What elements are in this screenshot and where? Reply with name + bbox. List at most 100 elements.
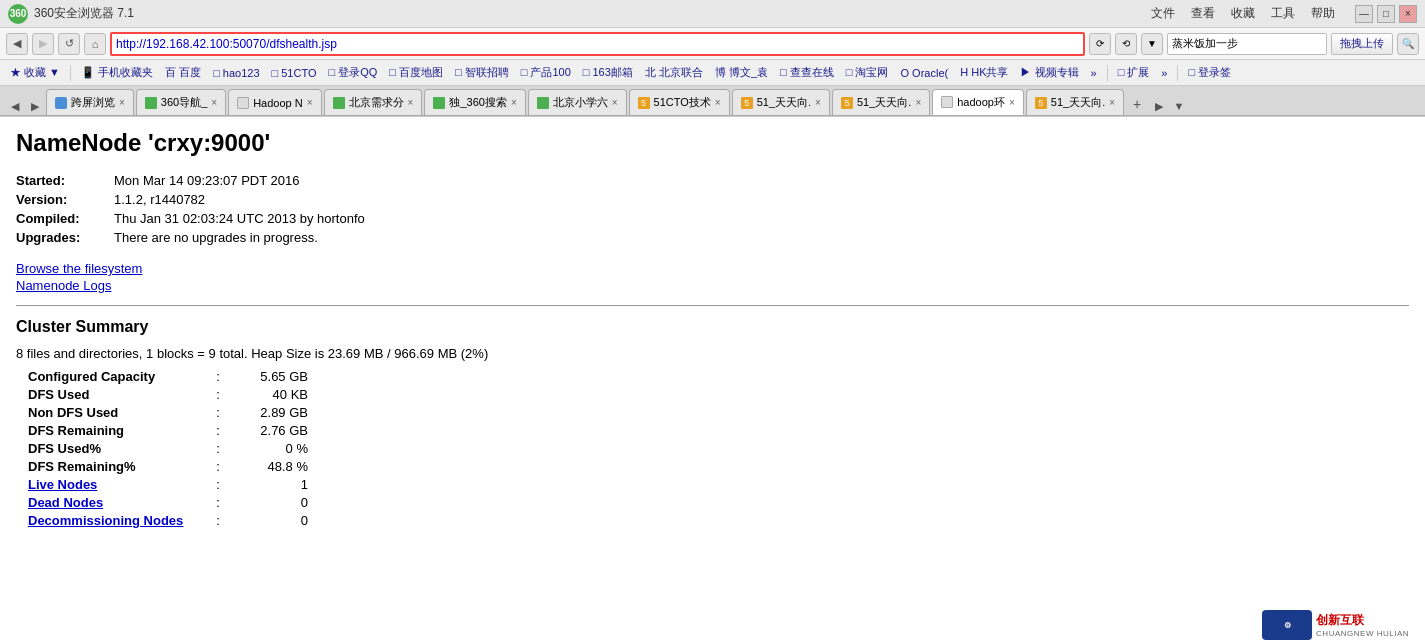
- bookmark-51cto[interactable]: □ 51CTO: [268, 65, 321, 81]
- decommissioning-nodes-value: 0: [228, 513, 308, 528]
- menu-favorites[interactable]: 收藏: [1231, 5, 1255, 22]
- bookmark-qq[interactable]: □ 登录QQ: [325, 63, 382, 82]
- bookmark-more2[interactable]: »: [1157, 65, 1171, 81]
- dead-nodes-link[interactable]: Dead Nodes: [28, 495, 103, 510]
- tab-51-tianting1[interactable]: 5 51_天天向. ×: [732, 89, 830, 115]
- title-bar: 360 360安全浏览器 7.1 文件 查看 收藏 工具 帮助 — □ ×: [0, 0, 1425, 28]
- tab-close-51-tianting3[interactable]: ×: [1109, 97, 1115, 108]
- version-value: 1.1.2, r1440782: [114, 192, 205, 207]
- tab-51cto-tech[interactable]: 5 51CTO技术 ×: [629, 89, 730, 115]
- menu-file[interactable]: 文件: [1151, 5, 1175, 22]
- cluster-table: Configured Capacity : 5.65 GB DFS Used :…: [28, 369, 1409, 528]
- bookmark-zhilian[interactable]: □ 智联招聘: [451, 63, 513, 82]
- address-bar[interactable]: http://192.168.42.100:50070/dfshealth.js…: [110, 32, 1085, 56]
- tab-close-51cto-tech[interactable]: ×: [715, 97, 721, 108]
- tab-close-51-tianting1[interactable]: ×: [815, 97, 821, 108]
- minimize-button[interactable]: —: [1355, 5, 1373, 23]
- search-input[interactable]: [1167, 33, 1327, 55]
- tab-left-nav[interactable]: ◀: [6, 97, 24, 115]
- refresh-icon-button[interactable]: ⟳: [1089, 33, 1111, 55]
- home-button[interactable]: ⌂: [84, 33, 106, 55]
- started-label: Started:: [16, 173, 106, 188]
- address-text: http://192.168.42.100:50070/dfshealth.js…: [116, 37, 1079, 51]
- sep-9: :: [208, 513, 228, 528]
- bookmarks-bar: ★ 收藏 ▼ 📱 手机收藏夹 百 百度 □ hao123 □ 51CTO □ 登…: [0, 60, 1425, 86]
- tab-360nav[interactable]: 360导航_ ×: [136, 89, 226, 115]
- tab-close-hadoop-env[interactable]: ×: [1009, 97, 1015, 108]
- version-label: Version:: [16, 192, 106, 207]
- menu-help[interactable]: 帮助: [1311, 5, 1335, 22]
- bookmark-chaxun[interactable]: □ 查查在线: [776, 63, 838, 82]
- tab-label-360search: 独_360搜索: [449, 95, 506, 110]
- bookmark-oracle[interactable]: O Oracle(: [897, 65, 953, 81]
- dfs-remaining-value: 2.76 GB: [228, 423, 308, 438]
- tab-close-360search[interactable]: ×: [511, 97, 517, 108]
- dfs-used-pct-value: 0 %: [228, 441, 308, 456]
- tab-close-beijing-req[interactable]: ×: [408, 97, 414, 108]
- decommissioning-nodes-link[interactable]: Decommissioning Nodes: [28, 513, 183, 528]
- menu-tools[interactable]: 工具: [1271, 5, 1295, 22]
- title-bar-right: 文件 查看 收藏 工具 帮助 — □ ×: [1151, 5, 1417, 23]
- search-icon-button[interactable]: 🔍: [1397, 33, 1419, 55]
- bookmark-bowen[interactable]: 博 博文_袁: [711, 63, 772, 82]
- dead-nodes-label: Dead Nodes: [28, 495, 208, 510]
- address-host: http://192.168.42.100: [116, 37, 229, 51]
- tab-360search[interactable]: 独_360搜索 ×: [424, 89, 525, 115]
- tab-favicon-51-tianting1: 5: [741, 97, 753, 109]
- maximize-button[interactable]: □: [1377, 5, 1395, 23]
- dropdown-button[interactable]: ▼: [1141, 33, 1163, 55]
- bookmark-map[interactable]: □ 百度地图: [385, 63, 447, 82]
- title-text: 360安全浏览器 7.1: [34, 5, 134, 22]
- links-section: Browse the filesystem Namenode Logs: [16, 261, 1409, 293]
- tab-close-kuaping[interactable]: ×: [119, 97, 125, 108]
- browse-filesystem-link[interactable]: Browse the filesystem: [16, 261, 1409, 276]
- configured-capacity-value: 5.65 GB: [228, 369, 308, 384]
- tab-close-51-tianting2[interactable]: ×: [915, 97, 921, 108]
- bookmark-product100[interactable]: □ 产品100: [517, 63, 575, 82]
- close-button[interactable]: ×: [1399, 5, 1417, 23]
- bookmark-baidu[interactable]: 百 百度: [161, 63, 205, 82]
- tab-close-hadoop-n[interactable]: ×: [307, 97, 313, 108]
- tab-51-tianting3[interactable]: 5 51_天天向. ×: [1026, 89, 1124, 115]
- bookmark-163[interactable]: □ 163邮箱: [579, 63, 637, 82]
- tab-beijing-school[interactable]: 北京小学六 ×: [528, 89, 627, 115]
- tab-close-360nav[interactable]: ×: [211, 97, 217, 108]
- tab-label-hadoop-env: hadoop环: [957, 95, 1005, 110]
- decommissioning-nodes-label: Decommissioning Nodes: [28, 513, 208, 528]
- tab-beijing-req[interactable]: 北京需求分 ×: [324, 89, 423, 115]
- tab-right-nav[interactable]: ▶: [26, 97, 44, 115]
- bookmark-more[interactable]: »: [1087, 65, 1101, 81]
- upload-button[interactable]: 拖拽上传: [1331, 33, 1393, 55]
- back-button[interactable]: ◀: [6, 33, 28, 55]
- bookmark-video[interactable]: ▶ 视频专辑: [1016, 63, 1082, 82]
- configured-capacity-label: Configured Capacity: [28, 369, 208, 384]
- bookmark-mobile[interactable]: 📱 手机收藏夹: [77, 63, 157, 82]
- bookmark-extend[interactable]: □ 扩展: [1114, 63, 1154, 82]
- dead-nodes-value: 0: [228, 495, 308, 510]
- bookmark-beijing[interactable]: 北 北京联合: [641, 63, 707, 82]
- tab-dropdown[interactable]: ▼: [1170, 97, 1188, 115]
- menu-view[interactable]: 查看: [1191, 5, 1215, 22]
- bookmark-hao123[interactable]: □ hao123: [209, 65, 263, 81]
- tab-hadoop-env[interactable]: hadoop环 ×: [932, 89, 1024, 115]
- bookmark-login[interactable]: □ 登录签: [1184, 63, 1235, 82]
- tab-right-scroll[interactable]: ▶: [1150, 97, 1168, 115]
- tab-51-tianting2[interactable]: 5 51_天天向. ×: [832, 89, 930, 115]
- live-nodes-link[interactable]: Live Nodes: [28, 477, 97, 492]
- tab-kuaping[interactable]: 跨屏浏览 ×: [46, 89, 134, 115]
- refresh-button[interactable]: ↺: [58, 33, 80, 55]
- bookmark-hk[interactable]: H HK共享: [956, 63, 1012, 82]
- nav-icon-2[interactable]: ⟲: [1115, 33, 1137, 55]
- tab-favicon-hadoop-env: [941, 96, 953, 108]
- bookmark-taobao[interactable]: □ 淘宝网: [842, 63, 893, 82]
- namenode-logs-link[interactable]: Namenode Logs: [16, 278, 1409, 293]
- sep-6: :: [208, 459, 228, 474]
- page-title: NameNode 'crxy:9000': [16, 129, 1409, 157]
- cluster-row-live-nodes: Live Nodes : 1: [28, 477, 1409, 492]
- forward-button[interactable]: ▶: [32, 33, 54, 55]
- new-tab-button[interactable]: +: [1126, 93, 1148, 115]
- bookmark-favorites[interactable]: ★ 收藏 ▼: [6, 63, 64, 82]
- sep-2: :: [208, 387, 228, 402]
- tab-hadoop-n[interactable]: Hadoop N ×: [228, 89, 321, 115]
- tab-close-beijing-school[interactable]: ×: [612, 97, 618, 108]
